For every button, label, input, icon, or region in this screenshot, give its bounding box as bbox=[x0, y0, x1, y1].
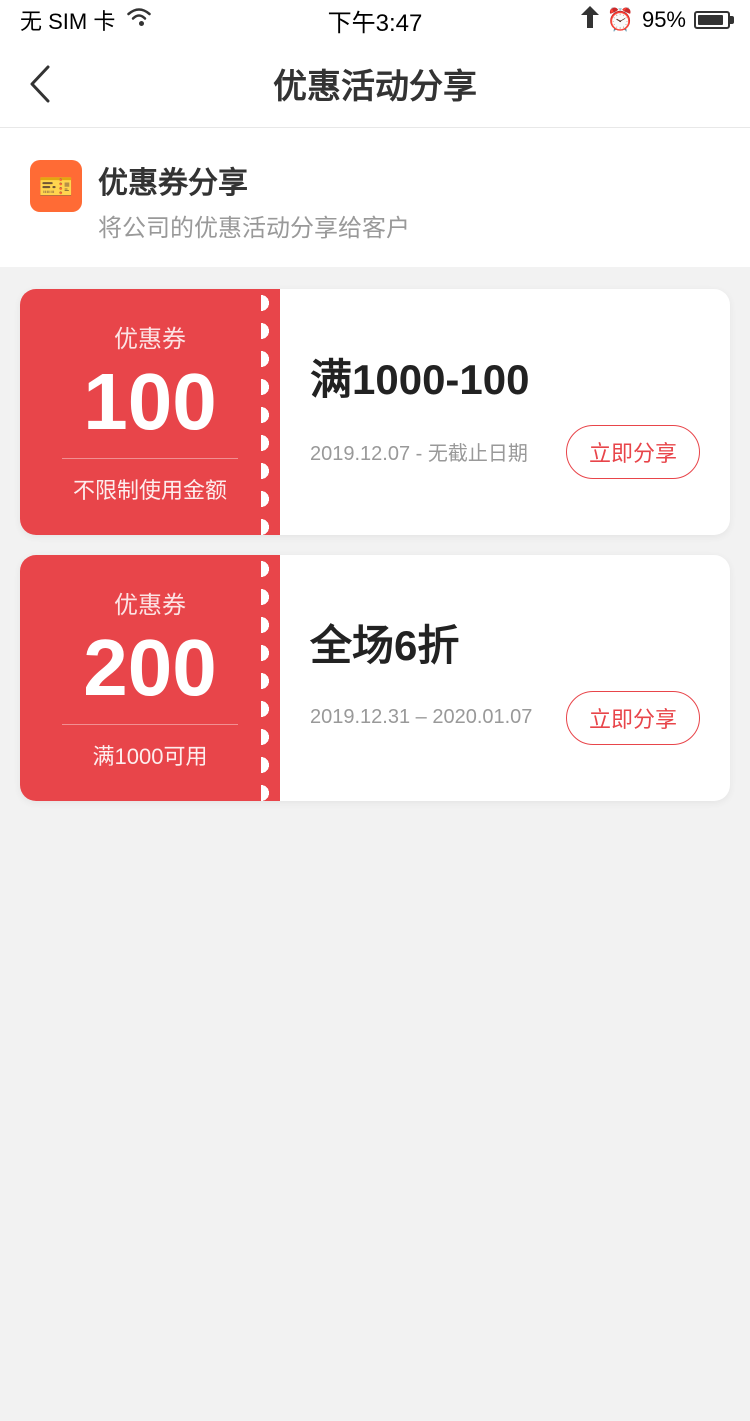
coupon-condition-2: 满1000可用 bbox=[93, 739, 208, 771]
section-text-group: 优惠券分享 将公司的优惠活动分享给客户 bbox=[98, 158, 410, 243]
coupon-date-row-1: 2019.12.07 - 无截止日期 立即分享 bbox=[310, 425, 700, 479]
section-subtitle: 将公司的优惠活动分享给客户 bbox=[98, 208, 410, 243]
coupon-list: 优惠券 100 不限制使用金额 满1000-100 2019.12.07 - 无… bbox=[0, 269, 750, 821]
location-icon bbox=[581, 6, 599, 34]
coupon-condition-1: 不限制使用金额 bbox=[73, 473, 227, 505]
nav-bar: 优惠活动分享 bbox=[0, 40, 750, 128]
coupon-name-2: 全场6折 bbox=[310, 612, 700, 673]
alarm-icon: ⏰ bbox=[607, 7, 634, 33]
coupon-right-2: 全场6折 2019.12.31 – 2020.01.07 立即分享 bbox=[280, 555, 730, 801]
coupon-date-2: 2019.12.31 – 2020.01.07 bbox=[310, 706, 532, 729]
status-bar: 无 SIM 卡 下午3:47 ⏰ 95% bbox=[0, 0, 750, 40]
coupon-left-1: 优惠券 100 不限制使用金额 bbox=[20, 289, 280, 535]
status-right: ⏰ 95% bbox=[581, 6, 730, 34]
section-header: 🎫 优惠券分享 将公司的优惠活动分享给客户 bbox=[0, 128, 750, 267]
wifi-icon bbox=[125, 6, 153, 34]
coupon-label-2: 优惠券 bbox=[114, 585, 186, 620]
carrier-text: 无 SIM 卡 bbox=[20, 4, 115, 36]
section-icon: 🎫 bbox=[30, 160, 82, 212]
coupon-divider-2 bbox=[62, 724, 238, 725]
section-title: 优惠券分享 bbox=[98, 158, 410, 202]
status-left: 无 SIM 卡 bbox=[20, 4, 153, 36]
bottom-space bbox=[0, 821, 750, 1421]
back-button[interactable] bbox=[28, 65, 50, 103]
status-time: 下午3:47 bbox=[328, 3, 423, 38]
page-title: 优惠活动分享 bbox=[273, 59, 477, 108]
battery-percent: 95% bbox=[642, 7, 686, 33]
share-button-2[interactable]: 立即分享 bbox=[566, 691, 700, 745]
coupon-left-2: 优惠券 200 满1000可用 bbox=[20, 555, 280, 801]
share-button-1[interactable]: 立即分享 bbox=[566, 425, 700, 479]
coupon-date-1: 2019.12.07 - 无截止日期 bbox=[310, 437, 528, 466]
coupon-card-2: 优惠券 200 满1000可用 全场6折 2019.12.31 – 2020.0… bbox=[20, 555, 730, 801]
coupon-name-1: 满1000-100 bbox=[310, 346, 700, 407]
coupon-right-1: 满1000-100 2019.12.07 - 无截止日期 立即分享 bbox=[280, 289, 730, 535]
coupon-label-1: 优惠券 bbox=[114, 319, 186, 354]
coupon-card-1: 优惠券 100 不限制使用金额 满1000-100 2019.12.07 - 无… bbox=[20, 289, 730, 535]
coupon-date-row-2: 2019.12.31 – 2020.01.07 立即分享 bbox=[310, 691, 700, 745]
coupon-divider-1 bbox=[62, 458, 238, 459]
battery-icon bbox=[694, 11, 730, 29]
coupon-amount-1: 100 bbox=[83, 362, 216, 442]
coupon-amount-2: 200 bbox=[83, 628, 216, 708]
